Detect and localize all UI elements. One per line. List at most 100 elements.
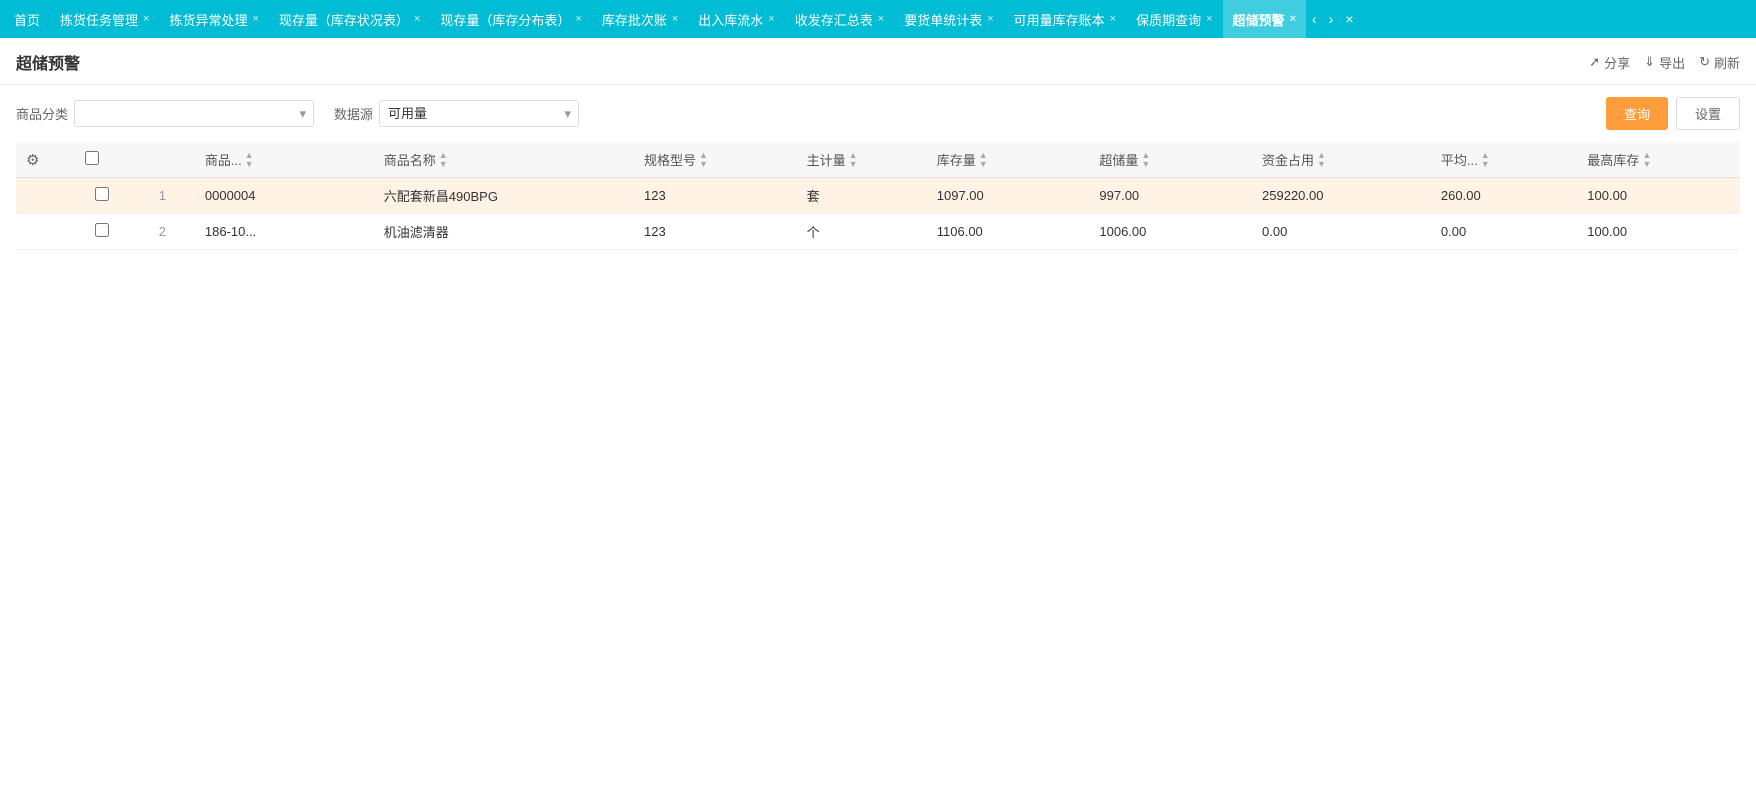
sort-stock-icon[interactable]: ▲▼	[979, 151, 988, 169]
th-num	[130, 142, 195, 178]
close-batch[interactable]: ×	[672, 13, 678, 25]
row-number: 1	[130, 178, 195, 214]
row-name: 六配套新昌490BPG	[374, 178, 634, 214]
sort-name-icon[interactable]: ▲▼	[439, 151, 448, 169]
sort-avg-icon[interactable]: ▲▼	[1481, 151, 1490, 169]
table-header-row: ⚙ 商品... ▲▼ 商品名称	[16, 142, 1740, 178]
row-over: 1006.00	[1089, 214, 1252, 250]
datasource-label: 数据源	[334, 104, 373, 123]
close-exception[interactable]: ×	[252, 13, 258, 25]
row-spec: 123	[634, 214, 797, 250]
category-label: 商品分类	[16, 104, 68, 123]
share-button[interactable]: ➚ 分享	[1589, 53, 1630, 72]
close-summary[interactable]: ×	[878, 13, 884, 25]
datasource-select-wrapper: 可用量 库存量	[379, 100, 579, 127]
top-navigation: 首页 拣货任务管理 × 拣货异常处理 × 现存量（库存状况表） × 现存量（库存…	[0, 0, 1756, 38]
sort-spec-icon[interactable]: ▲▼	[699, 151, 708, 169]
row-name: 机油滤清器	[374, 214, 634, 250]
table-row[interactable]: 1 0000004 六配套新昌490BPG 123 套 1097.00 997.…	[16, 178, 1740, 214]
row-checkbox-1[interactable]	[95, 223, 109, 237]
th-stock[interactable]: 库存量 ▲▼	[927, 142, 1090, 178]
datasource-select[interactable]: 可用量 库存量	[379, 100, 579, 127]
close-inventory-dist[interactable]: ×	[575, 13, 581, 25]
row-max-stock: 100.00	[1577, 178, 1740, 214]
nav-shelf-life[interactable]: 保质期查询 ×	[1126, 0, 1222, 38]
header-actions: ➚ 分享 ⇓ 导出 ↻ 刷新	[1589, 53, 1740, 72]
th-avg[interactable]: 平均... ▲▼	[1431, 142, 1577, 178]
settings-button[interactable]: 设置	[1676, 97, 1740, 130]
refresh-icon: ↻	[1699, 54, 1710, 70]
th-over[interactable]: 超储量 ▲▼	[1089, 142, 1252, 178]
row-gear-cell	[16, 178, 75, 214]
th-capital[interactable]: 资金占用 ▲▼	[1252, 142, 1431, 178]
table-container: ⚙ 商品... ▲▼ 商品名称	[0, 142, 1756, 250]
th-max-stock[interactable]: 最高库存 ▲▼	[1577, 142, 1740, 178]
filter-row: 商品分类 数据源 可用量 库存量 查询 设置	[0, 85, 1756, 142]
row-stock: 1097.00	[927, 178, 1090, 214]
close-inventory-status[interactable]: ×	[414, 13, 420, 25]
table-row[interactable]: 2 186-10... 机油滤清器 123 个 1106.00 1006.00 …	[16, 214, 1740, 250]
row-checkbox-cell[interactable]	[75, 178, 130, 214]
sort-capital-icon[interactable]: ▲▼	[1317, 151, 1326, 169]
row-stock: 1106.00	[927, 214, 1090, 250]
th-name[interactable]: 商品名称 ▲▼	[374, 142, 634, 178]
page-header: 超储预警 ➚ 分享 ⇓ 导出 ↻ 刷新	[0, 38, 1756, 85]
th-unit[interactable]: 主计量 ▲▼	[797, 142, 927, 178]
filter-btn-group: 查询 设置	[1606, 97, 1740, 130]
table-body: 1 0000004 六配套新昌490BPG 123 套 1097.00 997.…	[16, 178, 1740, 250]
close-ledger[interactable]: ×	[1110, 13, 1116, 25]
close-task-mgmt[interactable]: ×	[143, 13, 149, 25]
row-capital: 259220.00	[1252, 178, 1431, 214]
query-button[interactable]: 查询	[1606, 97, 1668, 130]
datasource-filter: 数据源 可用量 库存量	[334, 100, 579, 127]
page-container: 超储预警 ➚ 分享 ⇓ 导出 ↻ 刷新 商品分类	[0, 38, 1756, 800]
close-overstock[interactable]: ×	[1290, 13, 1296, 25]
select-all-checkbox[interactable]	[85, 151, 99, 165]
sort-over-icon[interactable]: ▲▼	[1141, 151, 1150, 169]
nav-batch-account[interactable]: 库存批次账 ×	[592, 0, 688, 38]
category-select-wrapper	[74, 100, 314, 127]
th-sku[interactable]: 商品... ▲▼	[195, 142, 374, 178]
row-spec: 123	[634, 178, 797, 214]
nav-flow[interactable]: 出入库流水 ×	[688, 0, 784, 38]
nav-summary[interactable]: 收发存汇总表 ×	[785, 0, 894, 38]
close-flow[interactable]: ×	[768, 13, 774, 25]
nav-available-ledger[interactable]: 可用量库存账本 ×	[1004, 0, 1126, 38]
refresh-button[interactable]: ↻ 刷新	[1699, 53, 1740, 72]
nav-overstock-alert[interactable]: 超储预警 ×	[1223, 0, 1306, 38]
row-over: 997.00	[1089, 178, 1252, 214]
close-shelf[interactable]: ×	[1206, 13, 1212, 25]
row-avg: 260.00	[1431, 178, 1577, 214]
nav-task-mgmt[interactable]: 拣货任务管理 ×	[50, 0, 159, 38]
nav-inventory-status[interactable]: 现存量（库存状况表） ×	[269, 0, 430, 38]
gear-icon[interactable]: ⚙	[26, 152, 39, 169]
nav-home[interactable]: 首页	[4, 0, 50, 38]
row-checkbox-0[interactable]	[95, 187, 109, 201]
nav-demand-stats[interactable]: 要货单统计表 ×	[894, 0, 1003, 38]
row-capital: 0.00	[1252, 214, 1431, 250]
share-icon: ➚	[1589, 54, 1600, 70]
category-select[interactable]	[74, 100, 314, 127]
category-filter: 商品分类	[16, 100, 314, 127]
th-checkbox	[75, 142, 130, 178]
row-gear-cell	[16, 214, 75, 250]
th-gear: ⚙	[16, 142, 75, 178]
nav-prev-arrow[interactable]: ‹	[1306, 0, 1323, 38]
sort-max-icon[interactable]: ▲▼	[1642, 151, 1651, 169]
nav-exception-handling[interactable]: 拣货异常处理 ×	[159, 0, 268, 38]
nav-inventory-dist[interactable]: 现存量（库存分布表） ×	[430, 0, 591, 38]
row-sku: 0000004	[195, 178, 374, 214]
row-sku: 186-10...	[195, 214, 374, 250]
nav-next-arrow[interactable]: ›	[1323, 0, 1340, 38]
th-spec[interactable]: 规格型号 ▲▼	[634, 142, 797, 178]
nav-more-arrow[interactable]: ×	[1339, 0, 1359, 38]
sort-unit-icon[interactable]: ▲▼	[849, 151, 858, 169]
row-unit: 个	[797, 214, 927, 250]
row-unit: 套	[797, 178, 927, 214]
close-demand[interactable]: ×	[987, 13, 993, 25]
row-checkbox-cell[interactable]	[75, 214, 130, 250]
row-avg: 0.00	[1431, 214, 1577, 250]
data-table: ⚙ 商品... ▲▼ 商品名称	[16, 142, 1740, 250]
export-button[interactable]: ⇓ 导出	[1644, 53, 1685, 72]
sort-sku-icon[interactable]: ▲▼	[245, 151, 254, 169]
